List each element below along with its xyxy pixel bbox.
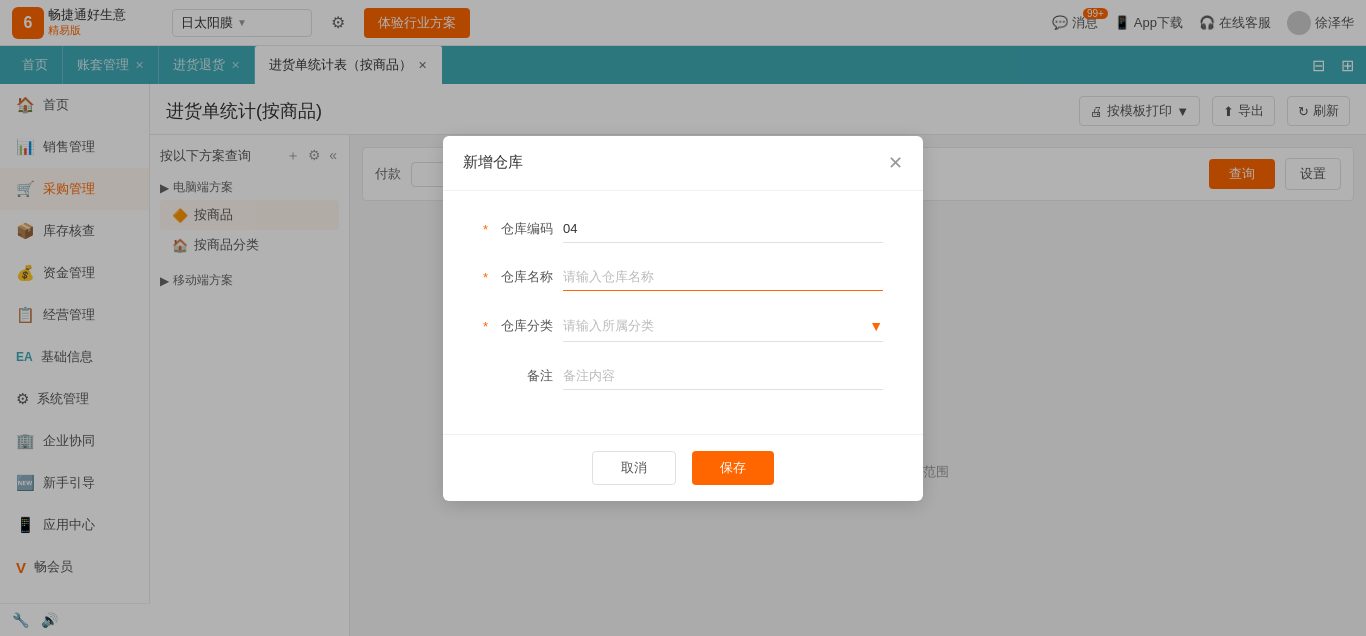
form-row-code: 仓库编码	[483, 215, 883, 243]
form-row-category: 仓库分类 请输入所属分类 ▼	[483, 311, 883, 342]
warehouse-note-input[interactable]	[563, 362, 883, 390]
modal-footer: 取消 保存	[443, 434, 923, 501]
category-placeholder: 请输入所属分类	[563, 317, 654, 335]
cancel-button[interactable]: 取消	[592, 451, 676, 485]
modal-close-icon[interactable]: ✕	[888, 152, 903, 174]
new-warehouse-modal: 新增仓库 ✕ 仓库编码 仓库名称 仓库分类 请输入所属分类 ▼	[443, 136, 923, 501]
form-row-name: 仓库名称	[483, 263, 883, 291]
warehouse-category-select[interactable]: 请输入所属分类 ▼	[563, 311, 883, 342]
modal-title: 新增仓库	[463, 153, 523, 172]
modal-body: 仓库编码 仓库名称 仓库分类 请输入所属分类 ▼ 备注	[443, 191, 923, 434]
form-label-code: 仓库编码	[483, 220, 563, 238]
warehouse-code-input[interactable]	[563, 215, 883, 243]
modal-overlay[interactable]: 新增仓库 ✕ 仓库编码 仓库名称 仓库分类 请输入所属分类 ▼	[0, 0, 1366, 636]
category-dropdown-icon: ▼	[869, 318, 883, 334]
warehouse-name-input[interactable]	[563, 263, 883, 291]
form-label-note: 备注	[483, 367, 563, 385]
modal-header: 新增仓库 ✕	[443, 136, 923, 191]
form-label-name: 仓库名称	[483, 268, 563, 286]
form-row-note: 备注	[483, 362, 883, 390]
form-label-category: 仓库分类	[483, 317, 563, 335]
save-button[interactable]: 保存	[692, 451, 774, 485]
